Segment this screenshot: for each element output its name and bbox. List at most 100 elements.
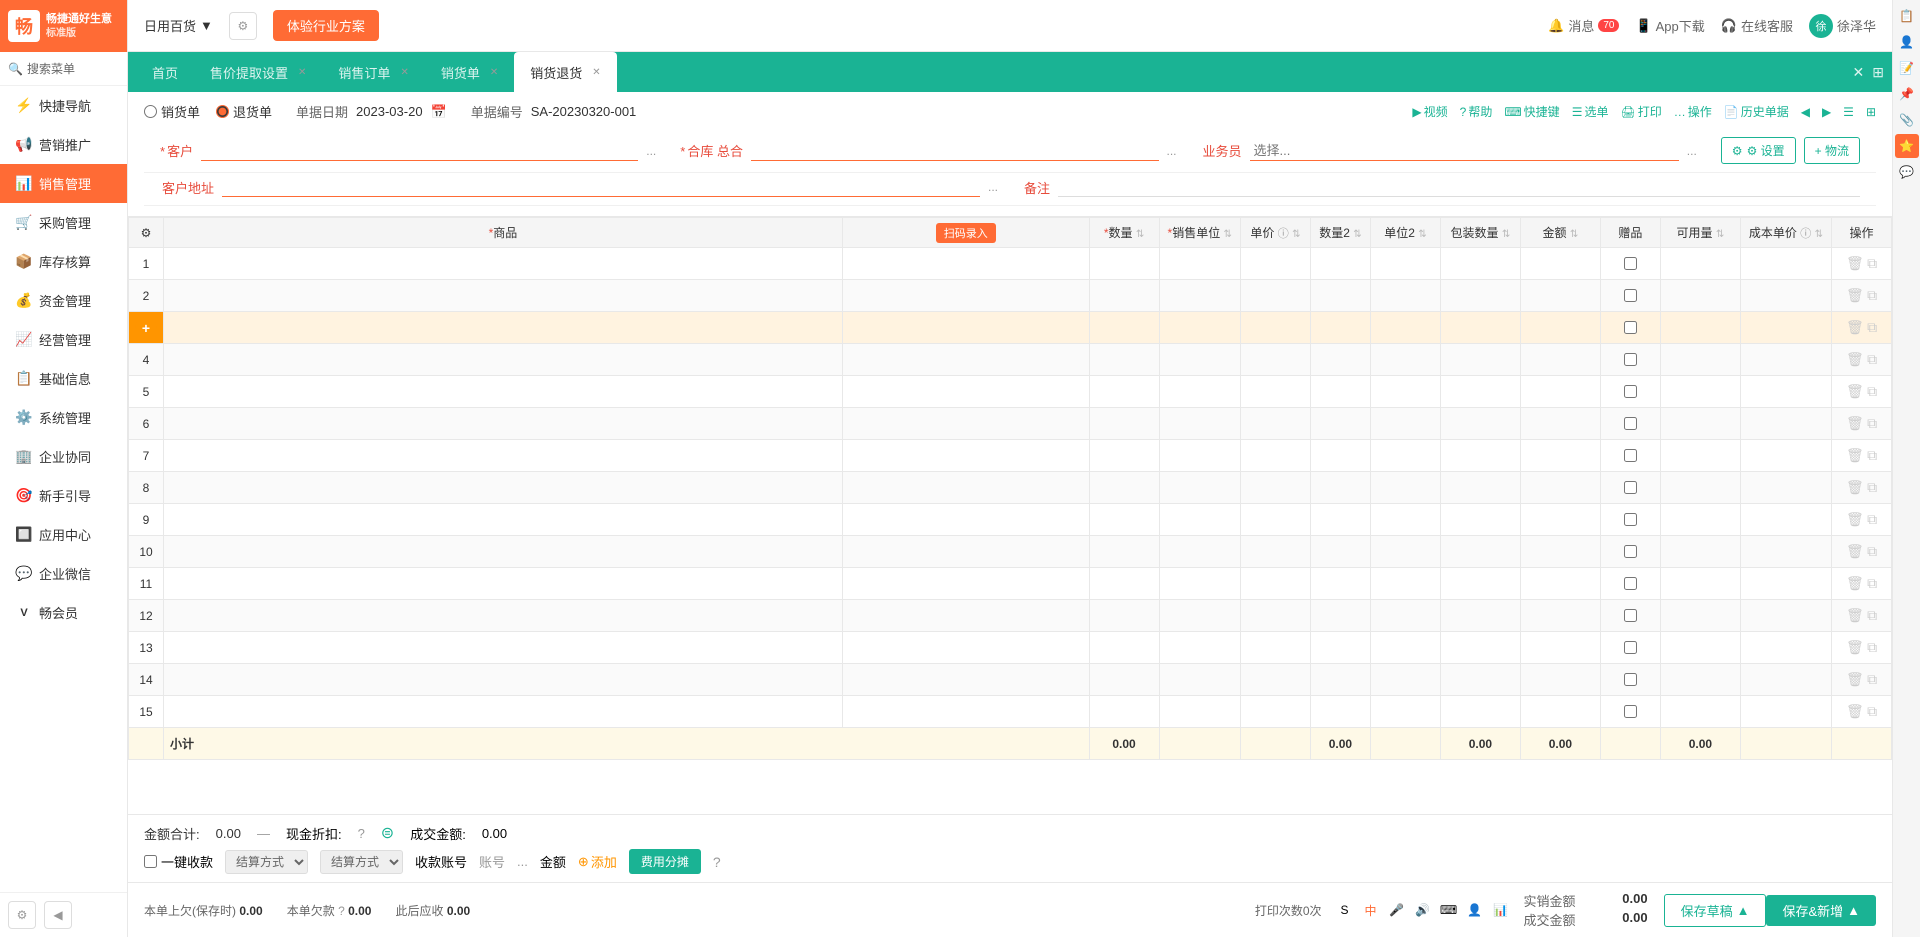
pkg-cell[interactable] bbox=[1440, 440, 1520, 472]
product-cell[interactable] bbox=[164, 504, 843, 536]
delete-row-icon[interactable]: 🗑 bbox=[1846, 511, 1864, 527]
unit2-cell[interactable] bbox=[1370, 696, 1440, 728]
add-row-btn[interactable]: + bbox=[129, 312, 164, 344]
qty2-cell[interactable] bbox=[1310, 536, 1370, 568]
copy-row-icon[interactable]: ⧉ bbox=[1867, 575, 1877, 591]
unit-cell[interactable] bbox=[1159, 696, 1240, 728]
unit-cell[interactable] bbox=[1159, 472, 1240, 504]
amount-cell[interactable] bbox=[1520, 664, 1600, 696]
avail-cell[interactable] bbox=[1660, 600, 1740, 632]
delete-row-icon[interactable]: 🗑 bbox=[1846, 287, 1864, 303]
qty2-cell[interactable] bbox=[1310, 504, 1370, 536]
avail-cell[interactable] bbox=[1660, 568, 1740, 600]
amount-cell[interactable] bbox=[1520, 472, 1600, 504]
product-input[interactable] bbox=[170, 320, 836, 335]
pkg-cell[interactable] bbox=[1440, 664, 1520, 696]
pkg-cell[interactable] bbox=[1440, 568, 1520, 600]
gift-checkbox[interactable] bbox=[1624, 417, 1637, 430]
copy-row-icon[interactable]: ⧉ bbox=[1867, 319, 1877, 335]
qty-cell[interactable] bbox=[1089, 248, 1159, 280]
price-cell[interactable] bbox=[1240, 408, 1310, 440]
pkg-cell[interactable] bbox=[1440, 280, 1520, 312]
sort-icon-available[interactable]: ⇅ bbox=[1716, 229, 1724, 240]
sort-icon-qty[interactable]: ⇅ bbox=[1136, 229, 1144, 240]
amount-cell[interactable] bbox=[1520, 376, 1600, 408]
product-cell[interactable] bbox=[164, 408, 843, 440]
help-icon[interactable]: ? bbox=[358, 826, 365, 841]
unit-cell[interactable] bbox=[1159, 504, 1240, 536]
amount-cell[interactable] bbox=[1520, 312, 1600, 344]
avail-cell[interactable] bbox=[1660, 472, 1740, 504]
video-link[interactable]: ▶ 视频 bbox=[1412, 103, 1447, 120]
sidebar-item-wechat[interactable]: 💬 企业微信 bbox=[0, 554, 127, 593]
qty-cell[interactable] bbox=[1089, 664, 1159, 696]
unit-cell[interactable] bbox=[1159, 568, 1240, 600]
copy-row-icon[interactable]: ⧉ bbox=[1867, 511, 1877, 527]
qty-cell[interactable] bbox=[1089, 536, 1159, 568]
right-panel-icon-1[interactable]: 📋 bbox=[1895, 4, 1919, 28]
amount-cell[interactable] bbox=[1520, 568, 1600, 600]
gift-checkbox[interactable] bbox=[1624, 513, 1637, 526]
gift-checkbox[interactable] bbox=[1624, 257, 1637, 270]
th-settings[interactable]: ⚙ bbox=[129, 218, 164, 248]
collapse-button[interactable]: ◀ bbox=[44, 901, 72, 929]
unit-cell[interactable] bbox=[1159, 664, 1240, 696]
gift-checkbox[interactable] bbox=[1624, 673, 1637, 686]
message-button[interactable]: 🔔 消息 70 bbox=[1548, 16, 1619, 35]
avail-cell[interactable] bbox=[1660, 696, 1740, 728]
gift-checkbox[interactable] bbox=[1624, 705, 1637, 718]
staff-input[interactable] bbox=[1250, 141, 1679, 161]
toolbar-icon-2[interactable]: 中 bbox=[1360, 899, 1382, 921]
save-new-button[interactable]: 保存&新增 ▲ bbox=[1766, 895, 1876, 926]
settings-action-button[interactable]: ⚙ ⚙ 设置 bbox=[1721, 137, 1796, 164]
amount-cell[interactable] bbox=[1520, 696, 1600, 728]
qty-cell[interactable] bbox=[1089, 440, 1159, 472]
cost-cell[interactable] bbox=[1740, 664, 1831, 696]
pkg-cell[interactable] bbox=[1440, 376, 1520, 408]
user-profile[interactable]: 徐 徐泽华 bbox=[1809, 14, 1876, 38]
online-service-button[interactable]: 🎧 在线客服 bbox=[1721, 16, 1793, 35]
sidebar-item-inventory[interactable]: 📦 库存核算 bbox=[0, 242, 127, 281]
cost-cell[interactable] bbox=[1740, 536, 1831, 568]
cost-cell[interactable] bbox=[1740, 440, 1831, 472]
sidebar-item-marketing[interactable]: 📢 营销推广 bbox=[0, 125, 127, 164]
calc-method-select[interactable]: 结算方式 bbox=[320, 850, 403, 874]
qty-cell[interactable] bbox=[1089, 568, 1159, 600]
product-cell[interactable] bbox=[164, 472, 843, 504]
address-picker[interactable]: ... bbox=[988, 180, 998, 194]
price-cell[interactable] bbox=[1240, 696, 1310, 728]
customer-picker[interactable]: ... bbox=[646, 144, 656, 158]
account-picker[interactable]: ... bbox=[517, 854, 528, 869]
warehouse-picker[interactable]: ... bbox=[1167, 144, 1177, 158]
gift-cell[interactable] bbox=[1600, 408, 1660, 440]
price-cell[interactable] bbox=[1240, 472, 1310, 504]
amount-cell[interactable] bbox=[1520, 600, 1600, 632]
note-input[interactable] bbox=[1058, 177, 1860, 197]
price-cell[interactable] bbox=[1240, 536, 1310, 568]
pkg-cell[interactable] bbox=[1440, 248, 1520, 280]
gift-checkbox[interactable] bbox=[1624, 385, 1637, 398]
gift-cell[interactable] bbox=[1600, 568, 1660, 600]
sidebar-item-enterprise[interactable]: 🏢 企业协同 bbox=[0, 437, 127, 476]
price-info-icon[interactable]: ⓘ bbox=[1278, 228, 1289, 240]
save-draft-button[interactable]: 保存草稿 ▲ bbox=[1664, 894, 1767, 927]
avail-cell[interactable] bbox=[1660, 664, 1740, 696]
unit-cell[interactable] bbox=[1159, 344, 1240, 376]
copy-row-icon[interactable]: ⧉ bbox=[1867, 703, 1877, 719]
unit2-cell[interactable] bbox=[1370, 344, 1440, 376]
sort-icon-unit2[interactable]: ⇅ bbox=[1418, 229, 1426, 240]
gift-cell[interactable] bbox=[1600, 248, 1660, 280]
unit-cell[interactable] bbox=[1159, 536, 1240, 568]
amount-cell[interactable] bbox=[1520, 408, 1600, 440]
avail-cell[interactable] bbox=[1660, 536, 1740, 568]
product-cell[interactable] bbox=[164, 696, 843, 728]
print-link[interactable]: 🖨 打印 bbox=[1620, 103, 1661, 120]
gift-checkbox[interactable] bbox=[1624, 545, 1637, 558]
product-cell[interactable] bbox=[164, 248, 843, 280]
right-panel-icon-7[interactable]: 💬 bbox=[1895, 160, 1919, 184]
qty2-cell[interactable] bbox=[1310, 632, 1370, 664]
experience-button[interactable]: 体验行业方案 bbox=[273, 10, 379, 41]
unit-cell[interactable] bbox=[1159, 312, 1240, 344]
cost-cell[interactable] bbox=[1740, 600, 1831, 632]
toolbar-icon-7[interactable]: 📊 bbox=[1490, 899, 1512, 921]
